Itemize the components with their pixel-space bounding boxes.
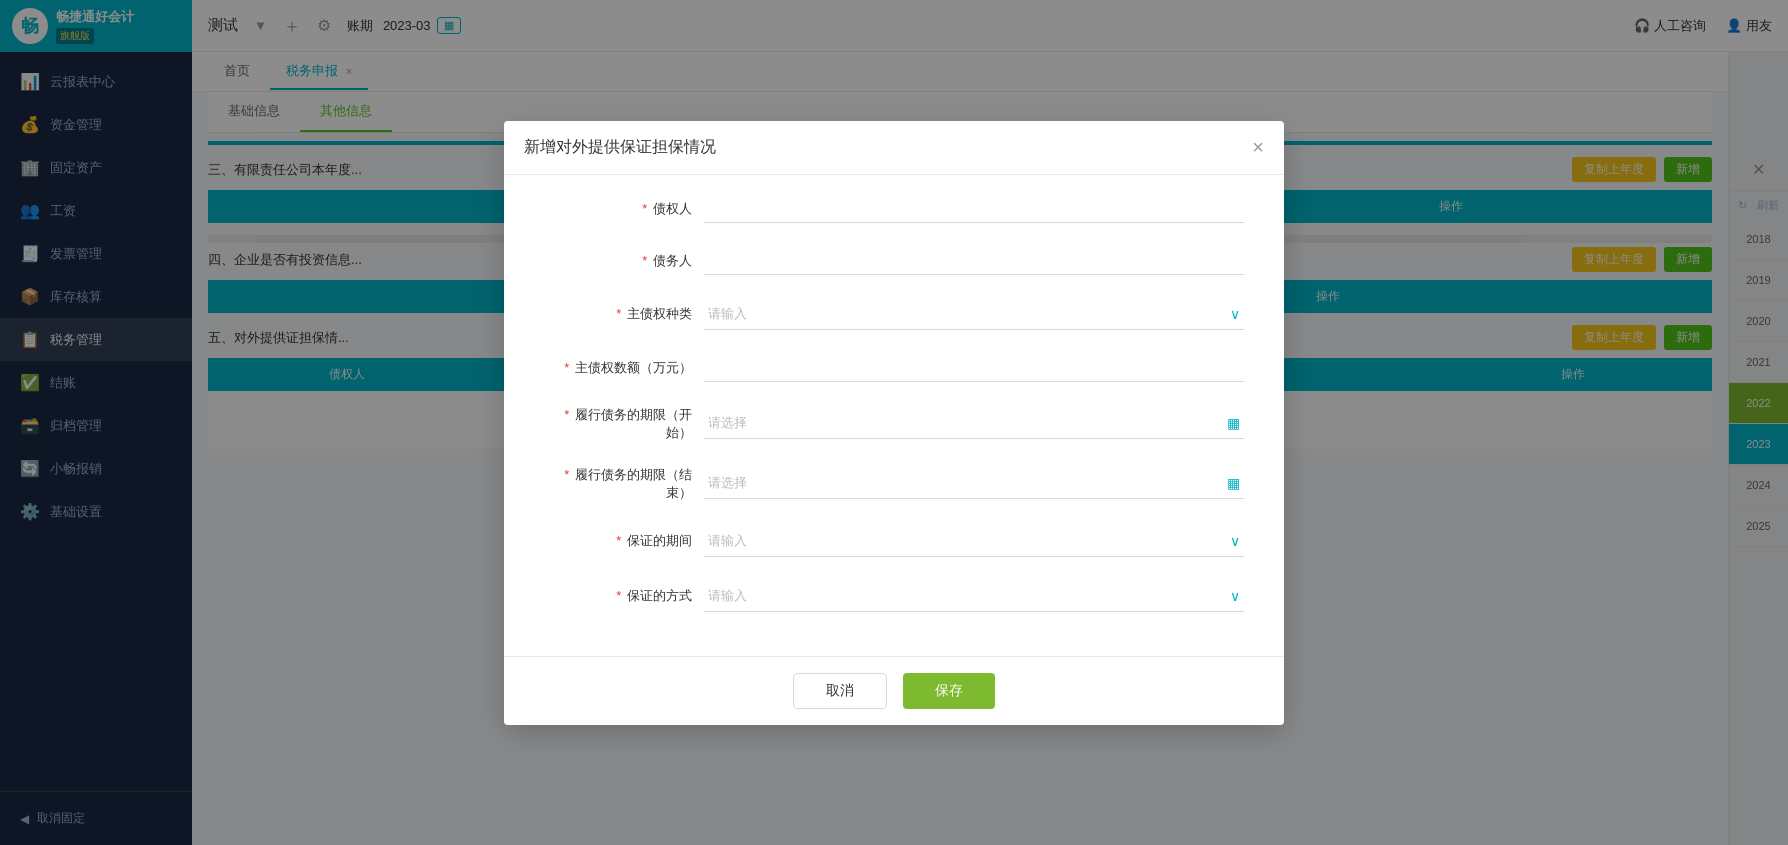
- input-debtor[interactable]: [704, 247, 1244, 275]
- label-debtor: * 债务人: [544, 252, 704, 270]
- required-mark: *: [616, 588, 621, 603]
- required-mark: *: [564, 360, 569, 375]
- select-guarantee-method[interactable]: 请输入 ∨: [704, 581, 1244, 612]
- field-guarantee-period: * 保证的期间 请输入 ∨: [544, 526, 1244, 557]
- required-mark: *: [642, 201, 647, 216]
- date-picker-end[interactable]: 请选择 ▦: [704, 468, 1244, 499]
- field-debt-start: * 履行债务的期限（开始） 请选择 ▦: [544, 406, 1244, 442]
- required-mark: *: [616, 533, 621, 548]
- field-debt-end: * 履行债务的期限（结束） 请选择 ▦: [544, 466, 1244, 502]
- label-creditor: * 债权人: [544, 200, 704, 218]
- required-mark: *: [564, 407, 569, 422]
- select-placeholder-gm: 请输入: [708, 587, 747, 605]
- modal-footer: 取消 保存: [504, 656, 1284, 725]
- field-claim-amount: * 主债权数额（万元）: [544, 354, 1244, 382]
- chevron-down-icon-gp: ∨: [1230, 533, 1240, 549]
- calendar-start-icon: ▦: [1227, 415, 1240, 431]
- select-placeholder: 请输入: [708, 305, 747, 323]
- label-guarantee-period: * 保证的期间: [544, 532, 704, 550]
- input-claim-amount[interactable]: [704, 354, 1244, 382]
- cancel-button[interactable]: 取消: [793, 673, 887, 709]
- modal-header: 新增对外提供保证担保情况 ×: [504, 121, 1284, 175]
- label-debt-start: * 履行债务的期限（开始）: [544, 406, 704, 442]
- date-placeholder-end: 请选择: [708, 474, 747, 492]
- field-guarantee-method: * 保证的方式 请输入 ∨: [544, 581, 1244, 612]
- required-mark: *: [564, 467, 569, 482]
- select-placeholder-gp: 请输入: [708, 532, 747, 550]
- required-mark: *: [616, 306, 621, 321]
- modal-dialog: 新增对外提供保证担保情况 × * 债权人 * 债务人: [504, 121, 1284, 725]
- date-picker-start[interactable]: 请选择 ▦: [704, 408, 1244, 439]
- label-claim-amount: * 主债权数额（万元）: [544, 359, 704, 377]
- date-placeholder-start: 请选择: [708, 414, 747, 432]
- modal-body: * 债权人 * 债务人 * 主债权种类 请输入: [504, 175, 1284, 656]
- label-guarantee-method: * 保证的方式: [544, 587, 704, 605]
- input-creditor[interactable]: [704, 195, 1244, 223]
- calendar-end-icon: ▦: [1227, 475, 1240, 491]
- field-claim-type: * 主债权种类 请输入 ∨: [544, 299, 1244, 330]
- modal-title: 新增对外提供保证担保情况: [524, 137, 716, 158]
- label-debt-end: * 履行债务的期限（结束）: [544, 466, 704, 502]
- save-button[interactable]: 保存: [903, 673, 995, 709]
- required-mark: *: [642, 253, 647, 268]
- modal-overlay[interactable]: 新增对外提供保证担保情况 × * 债权人 * 债务人: [0, 0, 1788, 845]
- select-claim-type[interactable]: 请输入 ∨: [704, 299, 1244, 330]
- chevron-down-icon: ∨: [1230, 306, 1240, 322]
- modal-close-btn[interactable]: ×: [1252, 137, 1264, 157]
- field-creditor: * 债权人: [544, 195, 1244, 223]
- select-guarantee-period[interactable]: 请输入 ∨: [704, 526, 1244, 557]
- label-claim-type: * 主债权种类: [544, 305, 704, 323]
- chevron-down-icon-gm: ∨: [1230, 588, 1240, 604]
- field-debtor: * 债务人: [544, 247, 1244, 275]
